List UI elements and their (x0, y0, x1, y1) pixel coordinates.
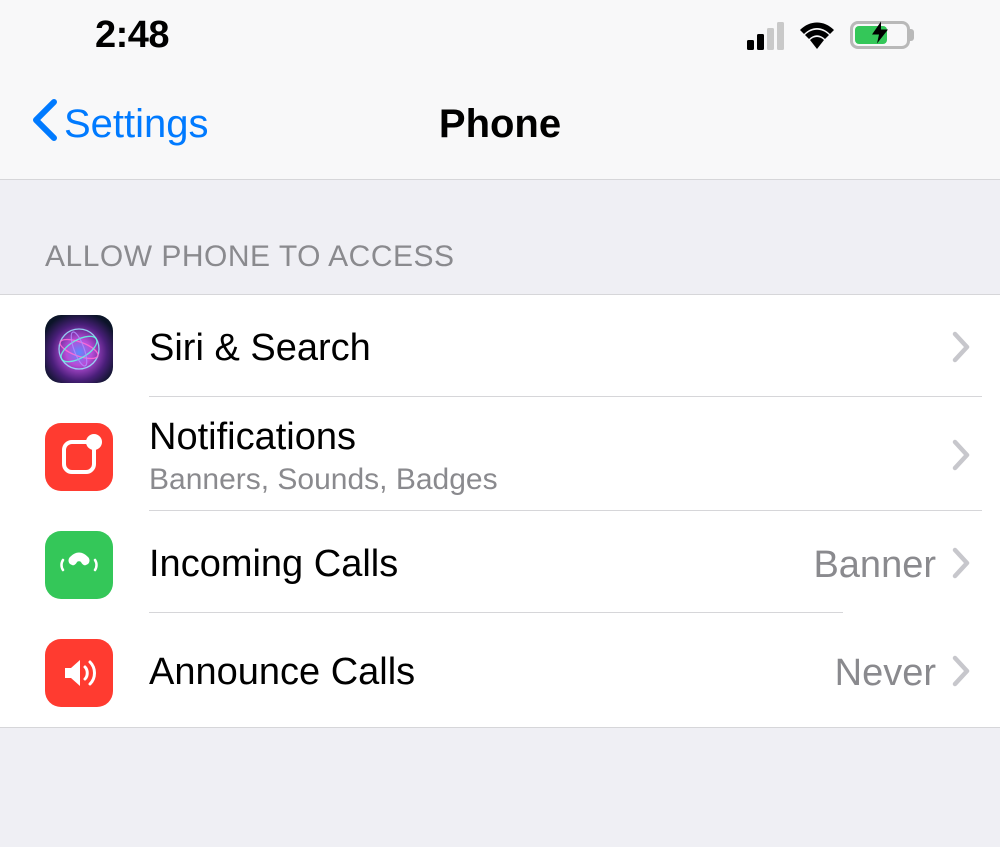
chevron-left-icon (30, 98, 58, 152)
row-sublabel: Banners, Sounds, Badges (149, 463, 952, 497)
back-button[interactable]: Settings (0, 98, 209, 152)
wifi-icon (798, 21, 836, 49)
status-time: 2:48 (95, 14, 169, 57)
chevron-right-icon (952, 547, 970, 584)
phone-icon (45, 531, 113, 599)
row-label: Announce Calls (149, 652, 835, 694)
section-header: ALLOW PHONE TO ACCESS (0, 180, 1000, 294)
row-label: Notifications (149, 417, 952, 459)
status-icons (747, 20, 910, 50)
back-label: Settings (64, 102, 209, 147)
chevron-right-icon (952, 655, 970, 692)
nav-bar: Settings Phone (0, 70, 1000, 180)
chevron-right-icon (952, 331, 970, 368)
row-incoming-calls[interactable]: Incoming Calls Banner (0, 511, 1000, 619)
speaker-icon (45, 639, 113, 707)
row-label: Siri & Search (149, 328, 952, 370)
status-bar: 2:48 (0, 0, 1000, 70)
charging-bolt-icon (872, 22, 888, 49)
battery-icon (850, 21, 910, 49)
row-siri-search[interactable]: Siri & Search (0, 295, 1000, 403)
settings-list: Siri & Search Notifications Banners, Sou… (0, 294, 1000, 728)
page-title: Phone (439, 102, 561, 147)
notifications-icon (45, 423, 113, 491)
chevron-right-icon (952, 439, 970, 476)
row-announce-calls[interactable]: Announce Calls Never (0, 619, 1000, 727)
row-notifications[interactable]: Notifications Banners, Sounds, Badges (0, 403, 1000, 511)
row-value: Banner (813, 544, 936, 587)
row-label: Incoming Calls (149, 544, 813, 586)
cellular-icon (747, 20, 784, 50)
row-value: Never (835, 652, 936, 695)
siri-icon (45, 315, 113, 383)
